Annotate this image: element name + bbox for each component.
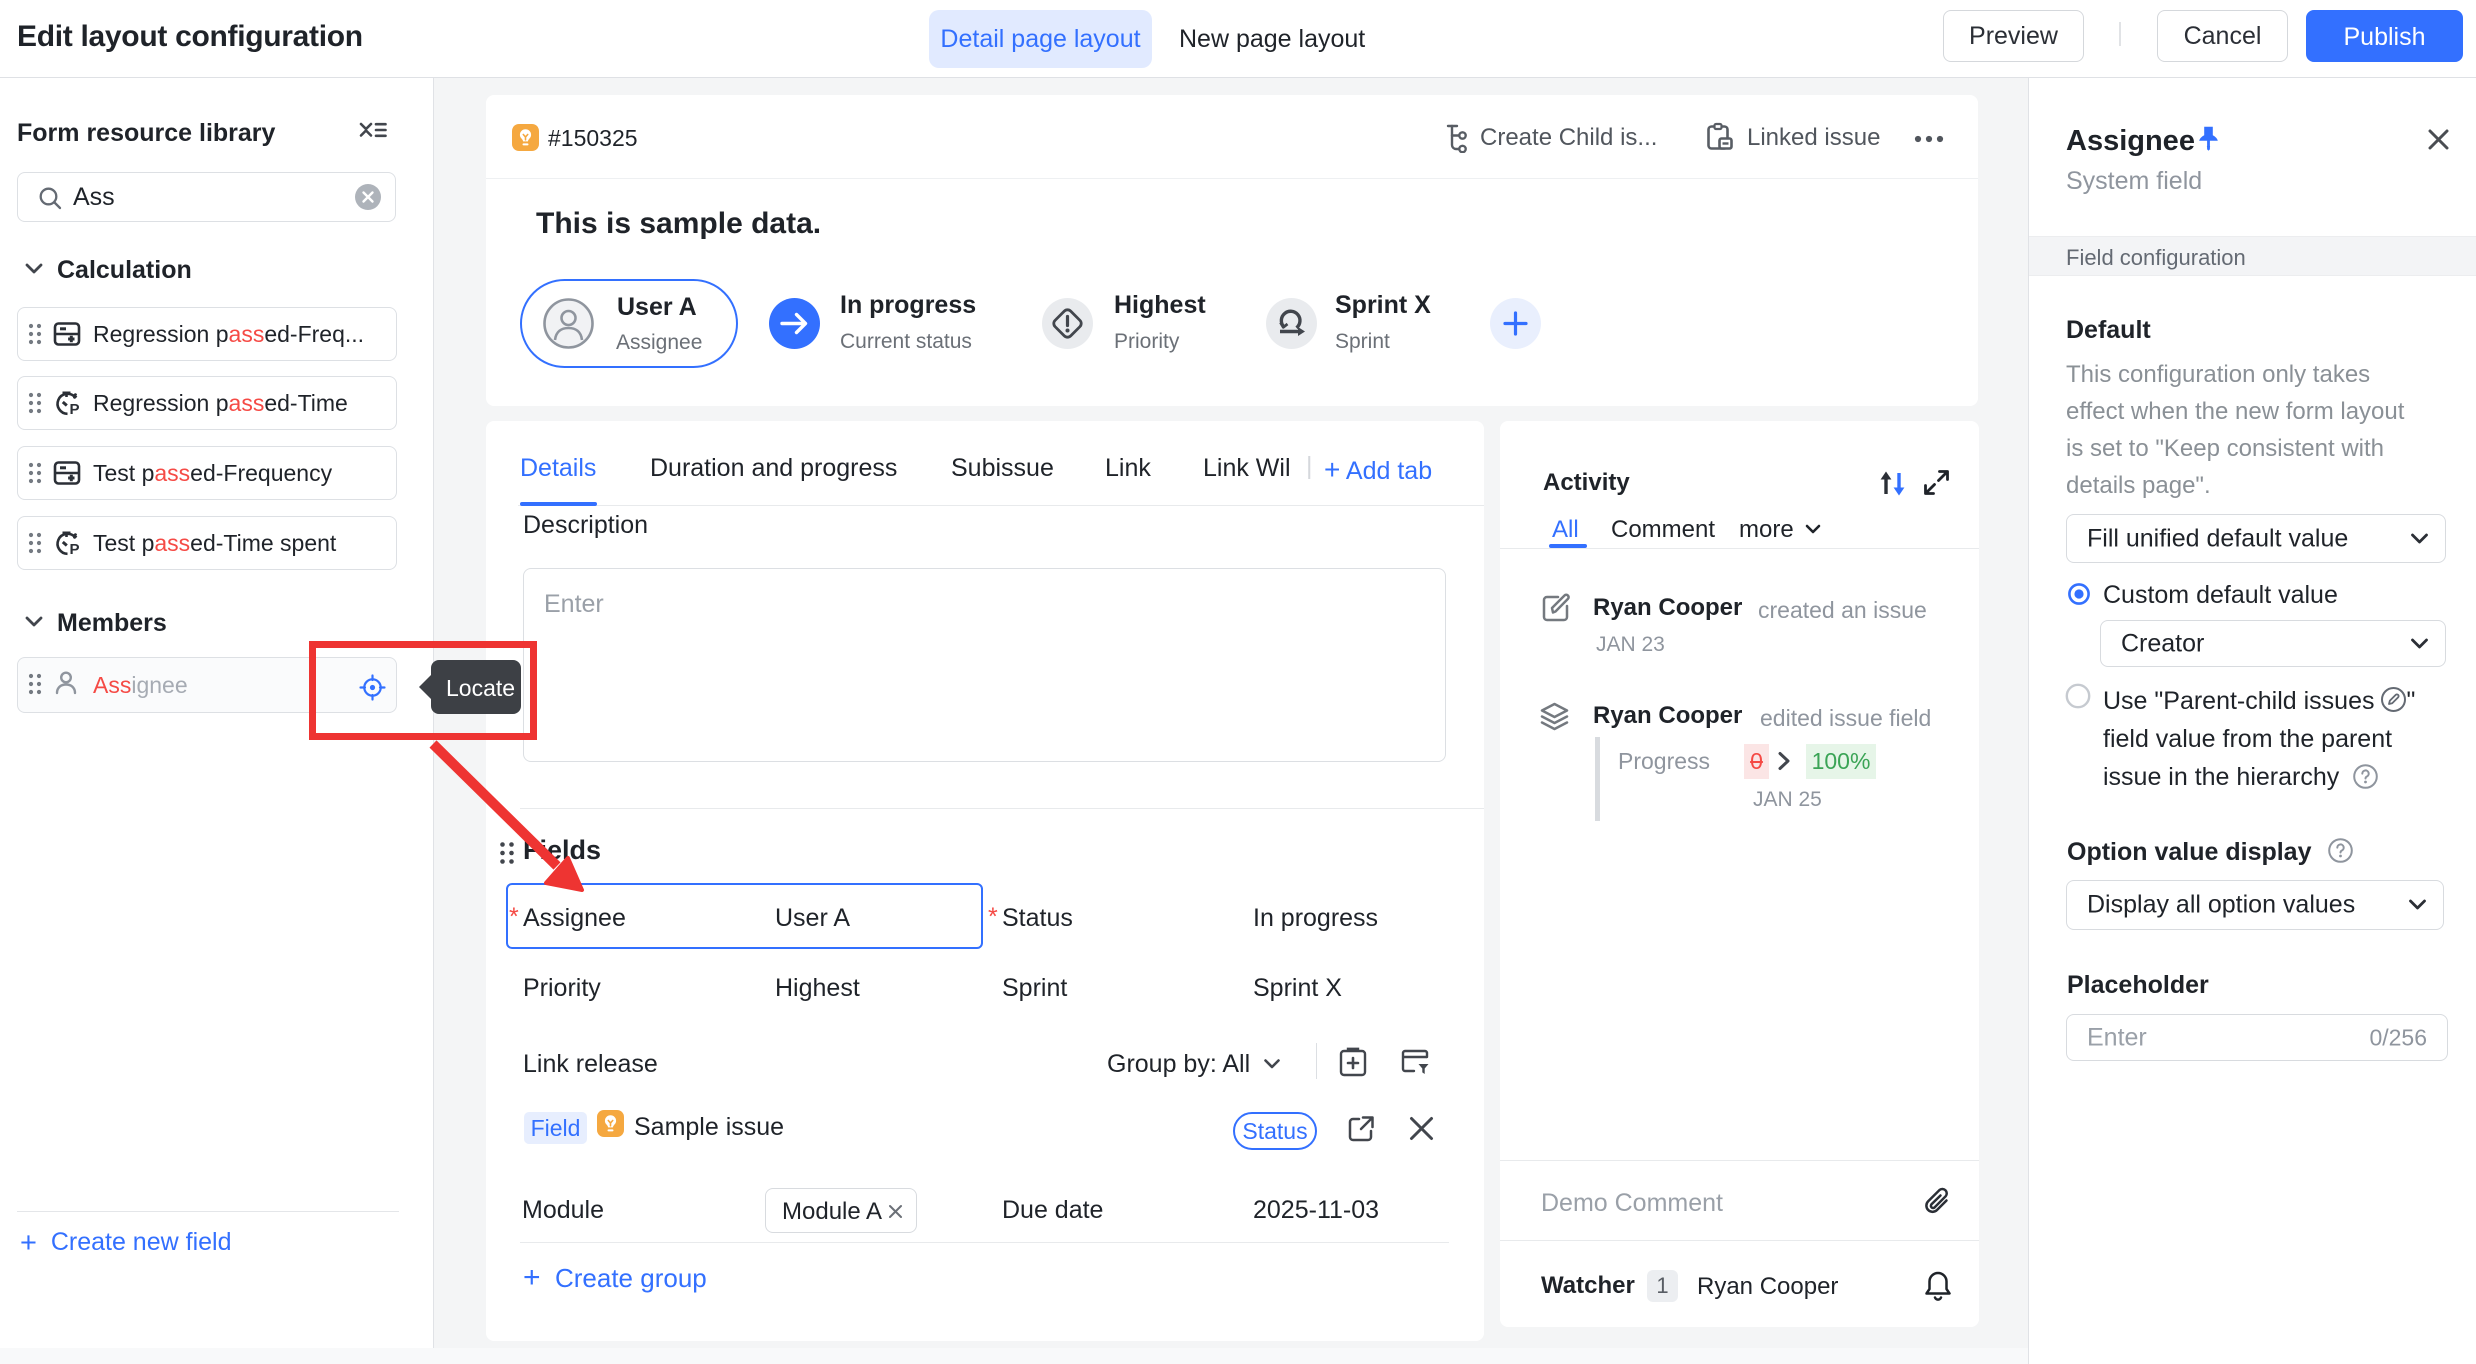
svg-text:P: P	[70, 541, 80, 557]
svg-text:P: P	[70, 401, 80, 417]
